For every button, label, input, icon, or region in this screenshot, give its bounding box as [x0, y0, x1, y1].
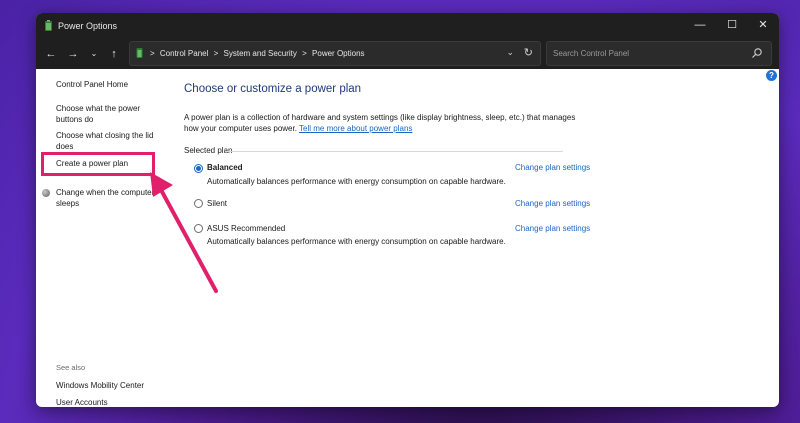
breadcrumb-system-and-security[interactable]: System and Security [224, 49, 297, 58]
section-divider [225, 151, 563, 152]
plan-description-balanced: Automatically balances performance with … [207, 177, 506, 186]
back-arrow-icon[interactable]: ← [43, 46, 59, 62]
change-plan-settings-silent[interactable]: Change plan settings [515, 199, 590, 208]
change-plan-settings-balanced[interactable]: Change plan settings [515, 163, 590, 172]
power-options-window: Power Options — ☐ ✕ ← → ⌄ ↑ > Control Pa… [36, 13, 779, 407]
radio-balanced[interactable] [194, 164, 203, 173]
main-content: Choose or customize a power plan A power… [184, 69, 774, 407]
see-also-label: See also [56, 363, 86, 372]
maximize-button[interactable]: ☐ [725, 18, 739, 32]
window-title: Power Options [58, 21, 118, 31]
up-arrow-icon[interactable]: ↑ [106, 46, 122, 62]
recent-chevron-icon[interactable]: ⌄ [86, 46, 102, 62]
change-plan-settings-asus[interactable]: Change plan settings [515, 224, 590, 233]
shield-icon [42, 189, 50, 197]
sidebar-item-power-buttons[interactable]: Choose what the power buttons do [56, 103, 152, 125]
plan-description-asus-recommended: Automatically balances performance with … [207, 237, 506, 246]
search-input[interactable]: Search Control Panel [546, 41, 772, 66]
sidebar-item-closing-lid[interactable]: Choose what closing the lid does [56, 130, 160, 152]
see-also-user-accounts[interactable]: User Accounts [56, 397, 108, 407]
title-bar: Power Options — ☐ ✕ [36, 13, 779, 39]
highlight-box [41, 152, 155, 176]
plan-name-asus-recommended[interactable]: ASUS Recommended [207, 224, 285, 233]
address-dropdown-icon[interactable]: ⌄ [506, 47, 514, 58]
address-bar: ← → ⌄ ↑ > Control Panel > System and Sec… [36, 39, 779, 69]
breadcrumb-separator: > [150, 49, 155, 58]
sidebar-item-control-panel-home[interactable]: Control Panel Home [56, 79, 128, 90]
power-options-app-icon [45, 20, 52, 31]
plan-name-silent[interactable]: Silent [207, 199, 227, 208]
sidebar: Control Panel Home Choose what the power… [36, 69, 176, 407]
breadcrumb-power-options[interactable]: Power Options [312, 49, 364, 58]
breadcrumb-separator: > [302, 49, 307, 58]
radio-asus-recommended[interactable] [194, 224, 203, 233]
search-placeholder: Search Control Panel [553, 49, 630, 58]
search-icon[interactable] [751, 47, 763, 59]
page-title: Choose or customize a power plan [184, 83, 362, 95]
sidebar-item-computer-sleeps[interactable]: Change when the computer sleeps [56, 187, 160, 209]
page-description: A power plan is a collection of hardware… [184, 112, 584, 134]
breadcrumb-separator: > [213, 49, 219, 58]
forward-arrow-icon[interactable]: → [65, 46, 81, 62]
see-also-mobility-center[interactable]: Windows Mobility Center [56, 380, 144, 391]
minimize-button[interactable]: — [693, 18, 707, 32]
plan-name-balanced[interactable]: Balanced [207, 163, 243, 172]
breadcrumb[interactable]: > Control Panel > System and Security > … [129, 41, 541, 66]
radio-silent[interactable] [194, 199, 203, 208]
close-button[interactable]: ✕ [756, 18, 770, 32]
refresh-icon[interactable]: ↻ [524, 46, 533, 59]
breadcrumb-control-panel[interactable]: Control Panel [160, 49, 208, 58]
path-app-icon [136, 48, 143, 58]
learn-more-link[interactable]: Tell me more about power plans [299, 124, 412, 133]
